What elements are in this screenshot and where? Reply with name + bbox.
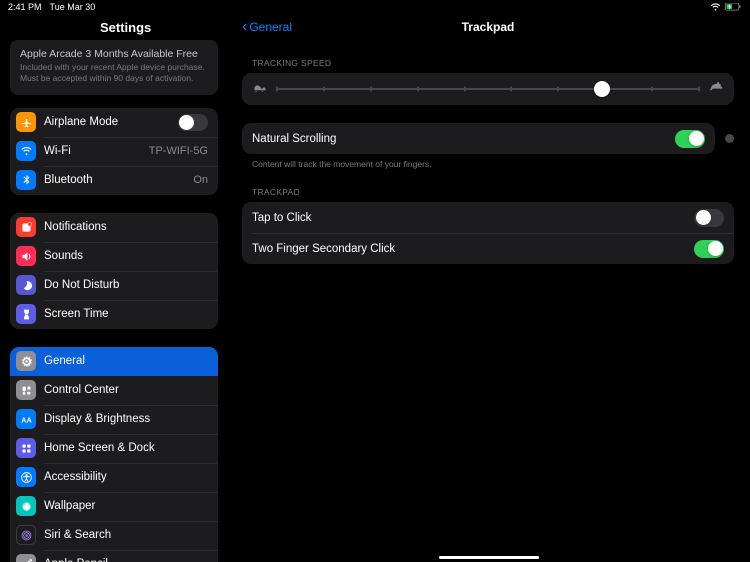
row-tap-to-click: Tap to Click bbox=[242, 202, 734, 233]
helper-dot bbox=[725, 134, 734, 143]
wifi-value: TP-WIFI-5G bbox=[149, 145, 208, 157]
row-natural-scrolling: Natural Scrolling bbox=[242, 123, 715, 154]
sidebar-item-controlcenter[interactable]: Control Center bbox=[10, 376, 218, 405]
two-finger-click-toggle[interactable] bbox=[694, 240, 724, 258]
bluetooth-icon bbox=[16, 170, 36, 190]
sidebar-item-accessibility[interactable]: Accessibility bbox=[10, 463, 218, 492]
slider-knob[interactable] bbox=[594, 81, 610, 97]
sidebar-item-label: Apple Pencil bbox=[44, 558, 208, 562]
sidebar-item-label: Wi-Fi bbox=[44, 145, 149, 157]
sidebar-item-dnd[interactable]: Do Not Disturb bbox=[10, 271, 218, 300]
sidebar-item-display[interactable]: AA Display & Brightness bbox=[10, 405, 218, 434]
sidebar-item-label: Accessibility bbox=[44, 471, 208, 483]
banner-desc: Included with your recent Apple device p… bbox=[20, 62, 208, 85]
sidebar[interactable]: Settings Apple Arcade 3 Months Available… bbox=[0, 14, 228, 562]
sidebar-item-label: Do Not Disturb bbox=[44, 279, 208, 291]
dnd-icon bbox=[16, 275, 36, 295]
group-notifications: Notifications Sounds Do Not Disturb Scre… bbox=[10, 213, 218, 329]
section-label-trackpad: TRACKPAD bbox=[242, 187, 734, 197]
sidebar-item-label: Control Center bbox=[44, 384, 208, 396]
row-label: Natural Scrolling bbox=[252, 133, 675, 145]
screentime-icon bbox=[16, 304, 36, 324]
row-two-finger-click: Two Finger Secondary Click bbox=[242, 233, 734, 264]
sidebar-item-label: Home Screen & Dock bbox=[44, 442, 208, 454]
group-general: General Control Center AA Display & Brig… bbox=[10, 347, 218, 562]
sidebar-item-wifi[interactable]: Wi-Fi TP-WIFI-5G bbox=[10, 137, 218, 166]
turtle-icon bbox=[252, 80, 268, 98]
sidebar-item-label: Airplane Mode bbox=[44, 116, 178, 128]
status-time: 2:41 PM bbox=[8, 2, 42, 12]
row-label: Tap to Click bbox=[252, 212, 694, 224]
back-label: General bbox=[249, 20, 292, 34]
sounds-icon bbox=[16, 246, 36, 266]
sidebar-title: Settings bbox=[10, 14, 218, 40]
sidebar-item-bluetooth[interactable]: Bluetooth On bbox=[10, 166, 218, 195]
page-title: Trackpad bbox=[462, 20, 515, 34]
airplane-icon bbox=[16, 112, 36, 132]
sidebar-item-label: Bluetooth bbox=[44, 174, 193, 186]
sidebar-item-sounds[interactable]: Sounds bbox=[10, 242, 218, 271]
status-date: Tue Mar 30 bbox=[50, 2, 96, 12]
wifi-icon bbox=[16, 141, 36, 161]
airplane-toggle[interactable] bbox=[178, 114, 208, 131]
sidebar-item-airplane[interactable]: Airplane Mode bbox=[10, 108, 218, 137]
sidebar-item-label: General bbox=[44, 355, 208, 367]
homescreen-icon bbox=[16, 438, 36, 458]
tap-to-click-toggle[interactable] bbox=[694, 209, 724, 227]
banner[interactable]: Apple Arcade 3 Months Available Free Inc… bbox=[10, 40, 218, 95]
notifications-icon bbox=[16, 217, 36, 237]
sidebar-item-label: Wallpaper bbox=[44, 500, 208, 512]
sidebar-item-screentime[interactable]: Screen Time bbox=[10, 300, 218, 329]
bluetooth-value: On bbox=[193, 174, 208, 186]
sidebar-item-homescreen[interactable]: Home Screen & Dock bbox=[10, 434, 218, 463]
back-button[interactable]: ‹ General bbox=[242, 19, 292, 35]
sidebar-item-label: Siri & Search bbox=[44, 529, 208, 541]
status-bar: 2:41 PM Tue Mar 30 bbox=[0, 0, 750, 14]
tracking-speed-slider[interactable] bbox=[242, 73, 734, 105]
sidebar-item-label: Screen Time bbox=[44, 308, 208, 320]
sidebar-item-label: Notifications bbox=[44, 221, 208, 233]
pencil-icon bbox=[16, 554, 36, 562]
sidebar-item-wallpaper[interactable]: Wallpaper bbox=[10, 492, 218, 521]
battery-icon bbox=[725, 3, 742, 11]
controlcenter-icon bbox=[16, 380, 36, 400]
sidebar-item-label: Display & Brightness bbox=[44, 413, 208, 425]
accessibility-icon bbox=[16, 467, 36, 487]
sidebar-item-notifications[interactable]: Notifications bbox=[10, 213, 218, 242]
section-footer: Content will track the movement of your … bbox=[242, 159, 734, 169]
display-icon: AA bbox=[16, 409, 36, 429]
group-connectivity: Airplane Mode Wi-Fi TP-WIFI-5G Bluetooth… bbox=[10, 108, 218, 195]
siri-icon bbox=[16, 525, 36, 545]
sidebar-item-general[interactable]: General bbox=[10, 347, 218, 376]
rabbit-icon bbox=[708, 80, 724, 98]
content-area: ‹ General Trackpad TRACKING SPEED bbox=[228, 14, 750, 562]
natural-scrolling-toggle[interactable] bbox=[675, 130, 705, 148]
wallpaper-icon bbox=[16, 496, 36, 516]
sidebar-item-siri[interactable]: Siri & Search bbox=[10, 521, 218, 550]
sidebar-item-label: Sounds bbox=[44, 250, 208, 262]
wifi-icon bbox=[710, 3, 721, 11]
home-indicator[interactable] bbox=[439, 556, 539, 559]
svg-text:AA: AA bbox=[21, 415, 32, 424]
chevron-left-icon: ‹ bbox=[242, 19, 247, 35]
general-icon bbox=[16, 351, 36, 371]
section-label-tracking: TRACKING SPEED bbox=[242, 58, 734, 68]
row-label: Two Finger Secondary Click bbox=[252, 243, 694, 255]
sidebar-item-pencil[interactable]: Apple Pencil bbox=[10, 550, 218, 562]
banner-title: Apple Arcade 3 Months Available Free bbox=[20, 48, 208, 60]
